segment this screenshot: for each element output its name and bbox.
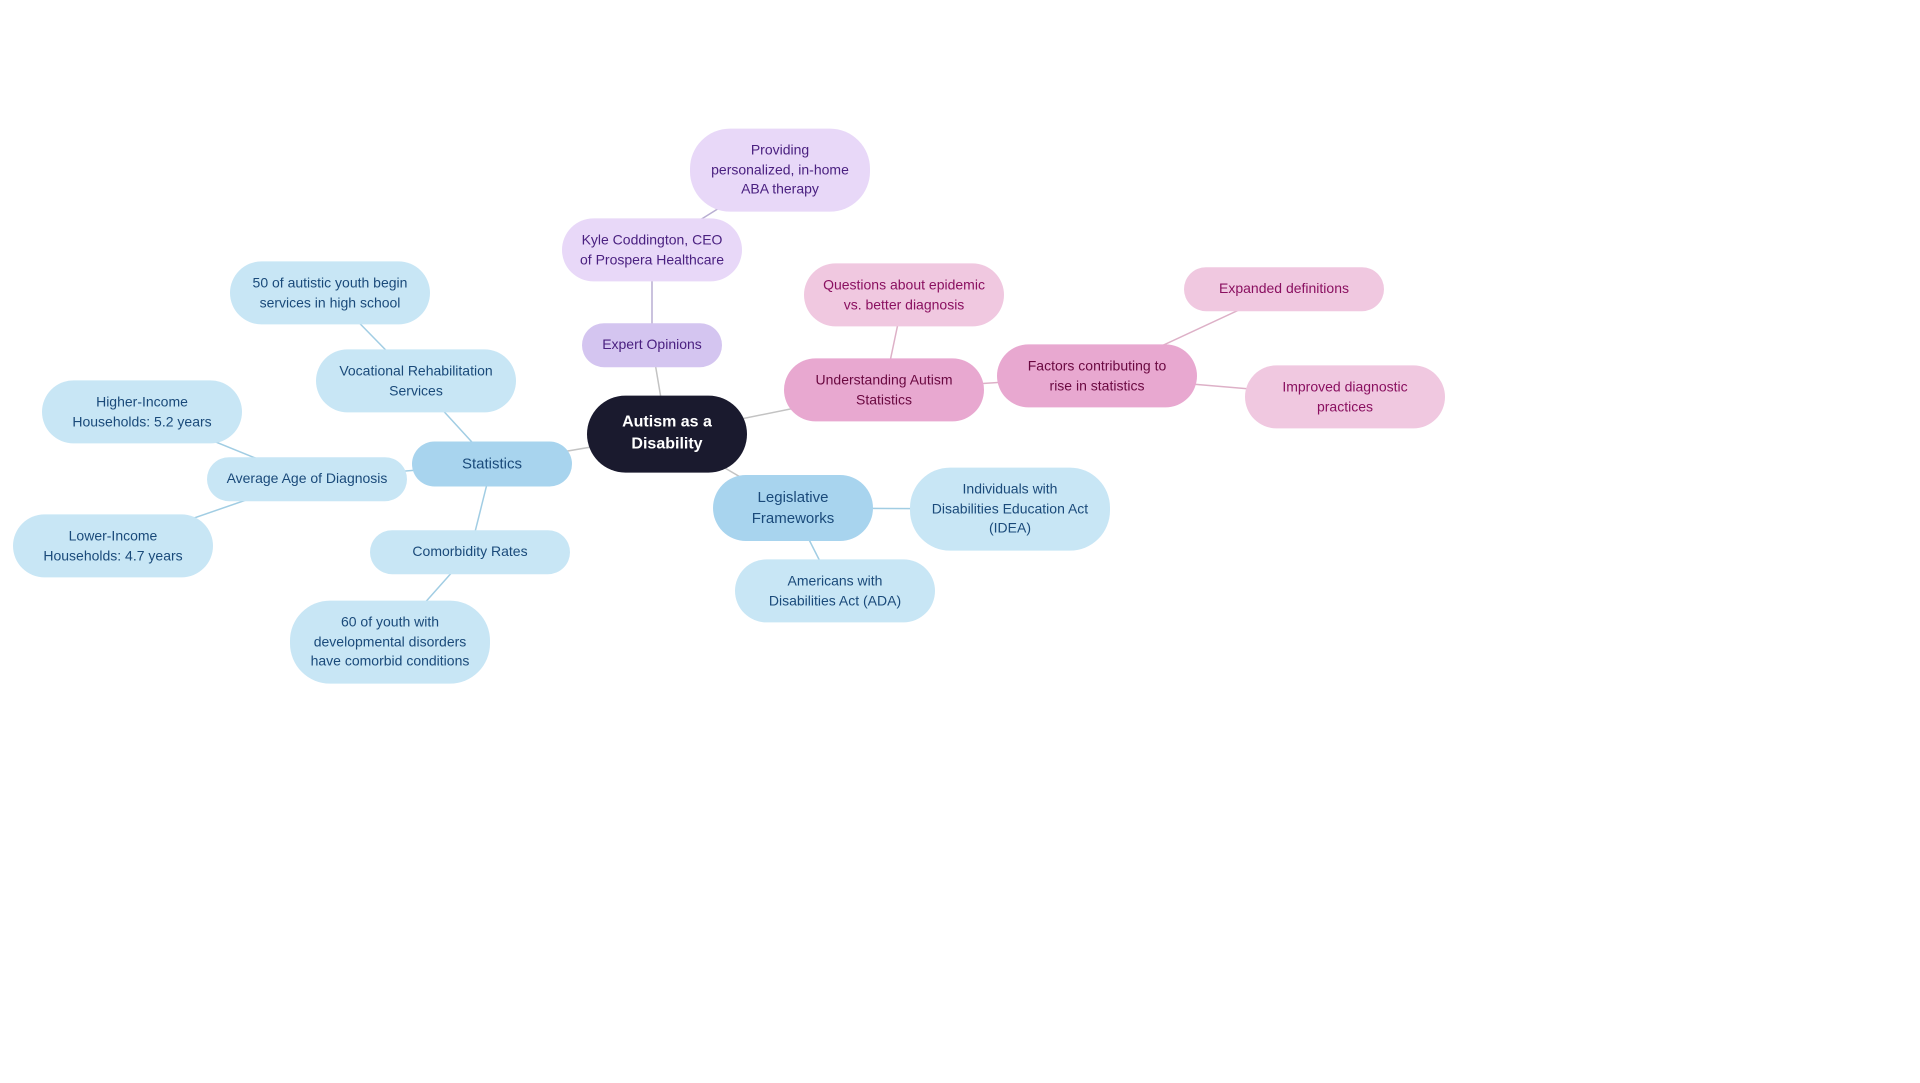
node-idea[interactable]: Individuals with Disabilities Education … bbox=[910, 468, 1110, 551]
node-factorsContributing[interactable]: Factors contributing to rise in statisti… bbox=[997, 344, 1197, 407]
node-youthServices[interactable]: 50 of autistic youth begin services in h… bbox=[230, 261, 430, 324]
node-vocationalRehab[interactable]: Vocational Rehabilitation Services bbox=[316, 349, 516, 412]
node-legislativeFrameworks[interactable]: Legislative Frameworks bbox=[713, 475, 873, 541]
node-expertOpinions[interactable]: Expert Opinions bbox=[582, 323, 722, 367]
node-higherIncome[interactable]: Higher-Income Households: 5.2 years bbox=[42, 380, 242, 443]
node-averageAge[interactable]: Average Age of Diagnosis bbox=[207, 457, 407, 501]
node-kyleCoddington[interactable]: Kyle Coddington, CEO of Prospera Healthc… bbox=[562, 218, 742, 281]
node-lowerIncome[interactable]: Lower-Income Households: 4.7 years bbox=[13, 514, 213, 577]
node-understandingStats[interactable]: Understanding Autism Statistics bbox=[784, 358, 984, 421]
node-improvedDiagnostic[interactable]: Improved diagnostic practices bbox=[1245, 365, 1445, 428]
node-epidemicQuestion[interactable]: Questions about epidemic vs. better diag… bbox=[804, 263, 1004, 326]
node-comorbidConditions[interactable]: 60 of youth with developmental disorders… bbox=[290, 601, 490, 684]
node-center[interactable]: Autism as a Disability bbox=[587, 396, 747, 473]
node-abaTherapy[interactable]: Providing personalized, in-home ABA ther… bbox=[690, 129, 870, 212]
node-comorbidityRates[interactable]: Comorbidity Rates bbox=[370, 530, 570, 574]
node-expandedDefinitions[interactable]: Expanded definitions bbox=[1184, 267, 1384, 311]
node-statistics[interactable]: Statistics bbox=[412, 442, 572, 487]
node-ada[interactable]: Americans with Disabilities Act (ADA) bbox=[735, 559, 935, 622]
mind-map: Autism as a Disability Expert Opinions Kyl… bbox=[0, 0, 1920, 1083]
